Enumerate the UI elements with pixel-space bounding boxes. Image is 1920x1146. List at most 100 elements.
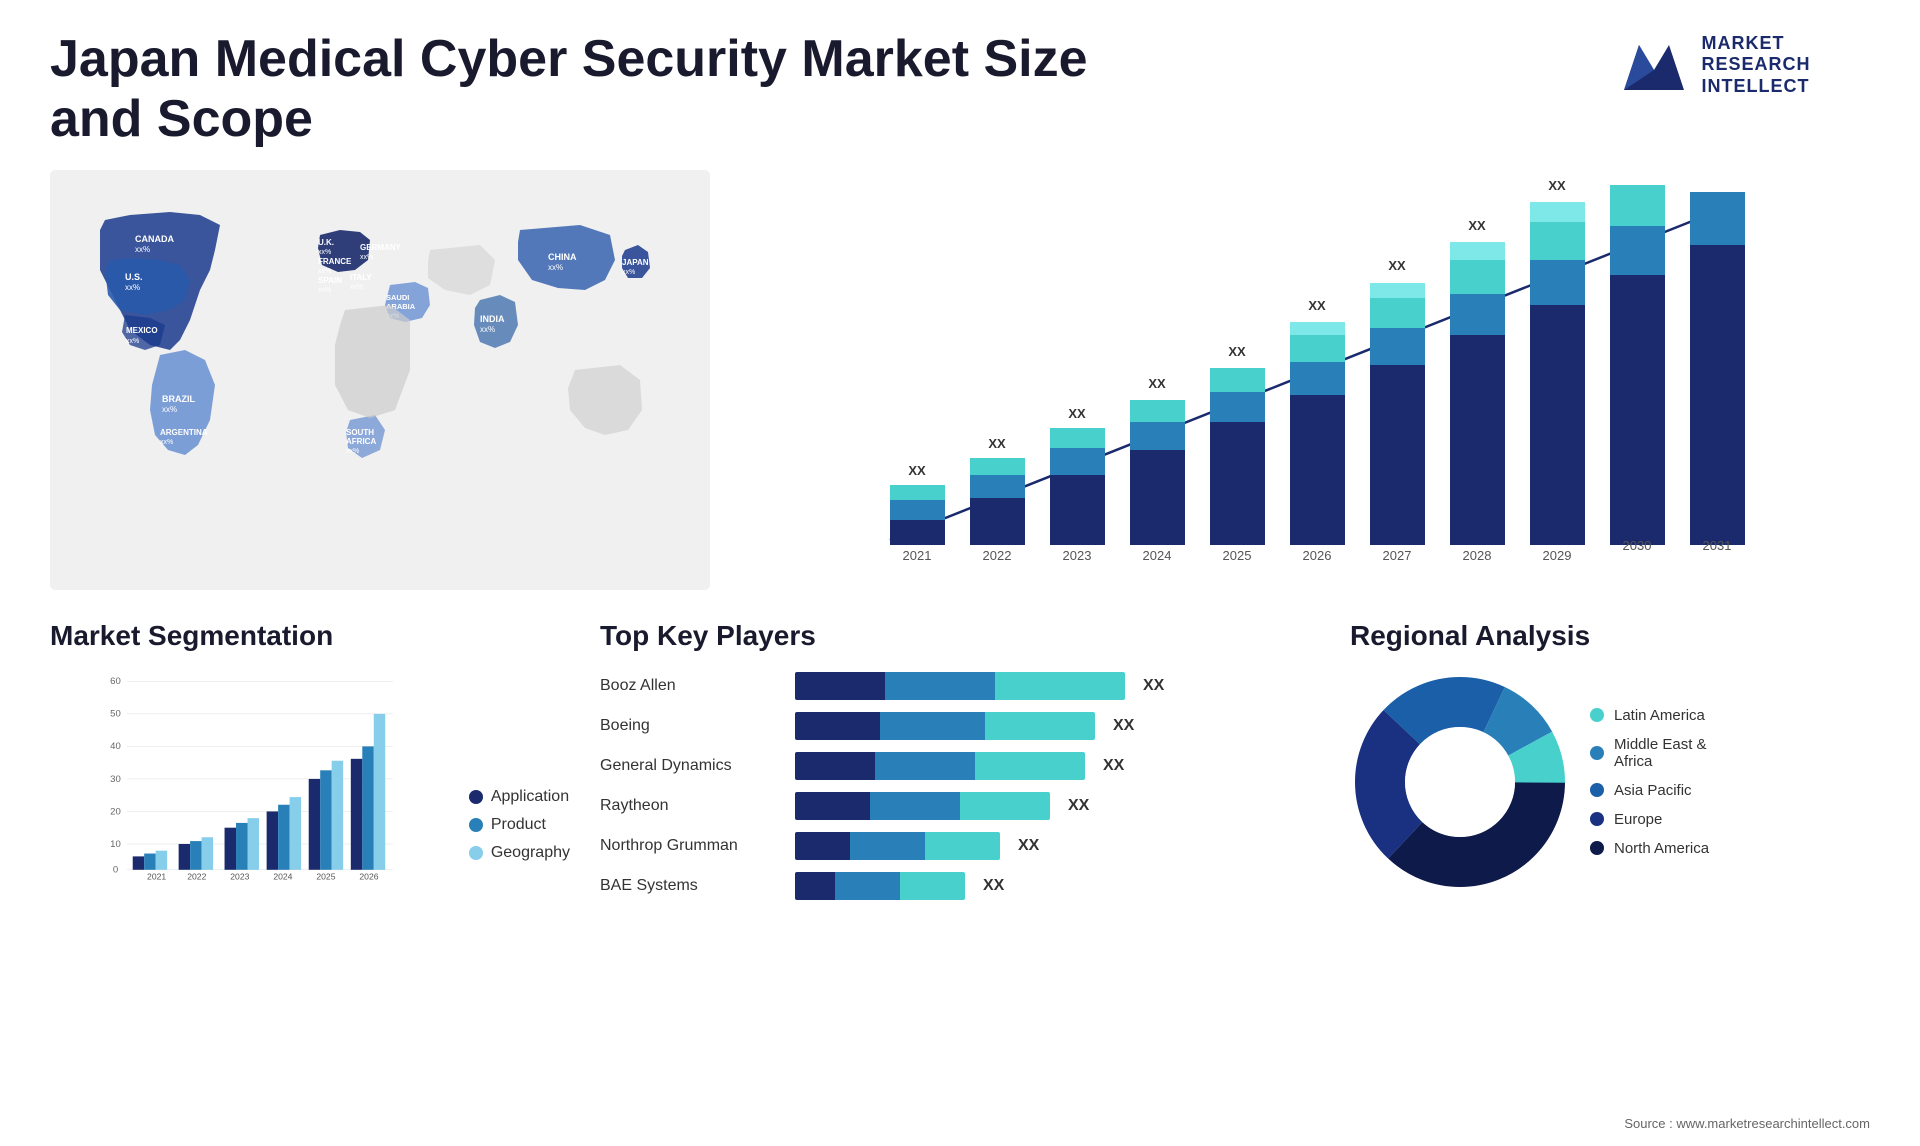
- svg-text:0: 0: [113, 864, 118, 875]
- player-name: Booz Allen: [600, 677, 780, 695]
- svg-text:ITALY: ITALY: [350, 273, 372, 282]
- svg-text:xx%: xx%: [480, 325, 495, 334]
- table-row: Boeing XX: [600, 712, 1320, 740]
- list-item: North America: [1590, 840, 1709, 857]
- svg-text:2022: 2022: [187, 871, 206, 881]
- key-players-section: Top Key Players Booz Allen XX Boeing: [600, 620, 1320, 900]
- table-row: Raytheon XX: [600, 792, 1320, 820]
- svg-text:2023: 2023: [1063, 548, 1092, 563]
- svg-text:2027: 2027: [1383, 548, 1412, 563]
- logo-area: MARKETRESEARCHINTELLECT: [1560, 30, 1870, 100]
- legend-label-application: Application: [491, 788, 569, 806]
- svg-text:xx%: xx%: [622, 269, 635, 276]
- player-bar: [795, 712, 1095, 740]
- svg-text:60: 60: [110, 676, 121, 687]
- player-bar: [795, 832, 1000, 860]
- svg-text:xx%: xx%: [160, 439, 173, 446]
- page-title: Japan Medical Cyber Security Market Size…: [50, 30, 1150, 150]
- regional-label-europe: Europe: [1614, 811, 1662, 828]
- svg-text:xx%: xx%: [346, 448, 359, 455]
- list-item: Europe: [1590, 811, 1709, 828]
- players-list: Booz Allen XX Boeing: [600, 672, 1320, 900]
- svg-text:xx%: xx%: [318, 287, 331, 294]
- market-seg-title: Market Segmentation: [50, 620, 570, 652]
- svg-text:FRANCE: FRANCE: [318, 257, 352, 266]
- svg-text:xx%: xx%: [125, 283, 140, 292]
- player-value: XX: [1068, 797, 1089, 815]
- svg-text:xx%: xx%: [318, 268, 331, 275]
- legend-label-product: Product: [491, 816, 546, 834]
- svg-text:2023: 2023: [230, 871, 249, 881]
- svg-text:10: 10: [110, 838, 121, 849]
- svg-text:2026: 2026: [359, 871, 378, 881]
- list-item: Asia Pacific: [1590, 782, 1709, 799]
- svg-text:xx%: xx%: [548, 263, 563, 272]
- seg-chart-area: 60 50 40 30 20 10 0: [50, 667, 570, 892]
- svg-text:INDIA: INDIA: [480, 314, 505, 324]
- svg-text:U.S.: U.S.: [125, 272, 143, 282]
- seg-legend: Application Product Geography: [469, 788, 570, 892]
- svg-text:2021: 2021: [147, 871, 166, 881]
- svg-text:xx%: xx%: [126, 338, 139, 345]
- regional-dot-latin: [1590, 708, 1604, 722]
- player-value: XX: [1018, 837, 1039, 855]
- player-bar-container: XX: [795, 672, 1320, 700]
- player-bar-container: XX: [795, 872, 1320, 900]
- svg-text:XX: XX: [908, 463, 926, 478]
- regional-label-mea: Middle East &Africa: [1614, 736, 1707, 770]
- svg-text:XX: XX: [988, 436, 1006, 451]
- bar-chart-svg: XX 2021 XX 2022 XX 2023 XX 2024 XX: [770, 180, 1850, 580]
- market-segmentation-section: Market Segmentation 60 50 40 30 20 10 0: [50, 620, 570, 900]
- svg-text:U.K.: U.K.: [318, 238, 334, 247]
- legend-geography: Geography: [469, 844, 570, 862]
- svg-text:40: 40: [110, 741, 121, 752]
- player-name: BAE Systems: [600, 877, 780, 895]
- svg-text:2026: 2026: [1303, 548, 1332, 563]
- svg-text:SOUTH: SOUTH: [346, 428, 374, 437]
- player-value: XX: [1143, 677, 1164, 695]
- svg-text:MEXICO: MEXICO: [126, 326, 158, 335]
- legend-dot-product: [469, 818, 483, 832]
- regional-label-apac: Asia Pacific: [1614, 782, 1692, 799]
- svg-text:xx%: xx%: [162, 405, 177, 414]
- seg-chart: 60 50 40 30 20 10 0: [50, 667, 449, 892]
- header: Japan Medical Cyber Security Market Size…: [0, 0, 1920, 170]
- bottom-sections: Market Segmentation 60 50 40 30 20 10 0: [50, 610, 1870, 900]
- svg-text:XX: XX: [1388, 258, 1406, 273]
- svg-text:XX: XX: [1468, 218, 1486, 233]
- svg-text:XX: XX: [1548, 180, 1566, 193]
- regional-legend: Latin America Middle East &Africa Asia P…: [1590, 707, 1709, 857]
- svg-text:SPAIN: SPAIN: [318, 276, 342, 285]
- player-bar-container: XX: [795, 792, 1320, 820]
- svg-text:2030: 2030: [1623, 538, 1652, 553]
- svg-text:2021: 2021: [903, 548, 932, 563]
- table-row: BAE Systems XX: [600, 872, 1320, 900]
- bar-chart-section: XX 2021 XX 2022 XX 2023 XX 2024 XX: [730, 170, 1870, 590]
- svg-text:2024: 2024: [1143, 548, 1172, 563]
- world-map-section: CANADA xx% U.S. xx% MEXICO xx% BRAZIL xx…: [50, 170, 710, 590]
- svg-text:XX: XX: [1228, 344, 1246, 359]
- logo-icon: [1619, 30, 1689, 100]
- svg-text:xx%: xx%: [350, 284, 363, 291]
- svg-text:JAPAN: JAPAN: [622, 258, 649, 267]
- svg-text:CANADA: CANADA: [135, 234, 174, 244]
- logo-box: MARKETRESEARCHINTELLECT: [1619, 30, 1810, 100]
- svg-text:2025: 2025: [1223, 548, 1252, 563]
- svg-text:2029: 2029: [1543, 548, 1572, 563]
- table-row: Northrop Grumman XX: [600, 832, 1320, 860]
- legend-label-geography: Geography: [491, 844, 570, 862]
- player-name: Northrop Grumman: [600, 837, 780, 855]
- legend-product: Product: [469, 816, 570, 834]
- player-bar-container: XX: [795, 752, 1320, 780]
- svg-text:50: 50: [110, 708, 121, 719]
- svg-text:GERMANY: GERMANY: [360, 243, 402, 252]
- player-bar-container: XX: [795, 712, 1320, 740]
- list-item: Middle East &Africa: [1590, 736, 1709, 770]
- list-item: Latin America: [1590, 707, 1709, 724]
- svg-text:BRAZIL: BRAZIL: [162, 394, 195, 404]
- svg-text:2024: 2024: [273, 871, 292, 881]
- regional-title: Regional Analysis: [1350, 620, 1870, 652]
- regional-dot-apac: [1590, 783, 1604, 797]
- player-bar: [795, 792, 1050, 820]
- svg-text:20: 20: [110, 806, 121, 817]
